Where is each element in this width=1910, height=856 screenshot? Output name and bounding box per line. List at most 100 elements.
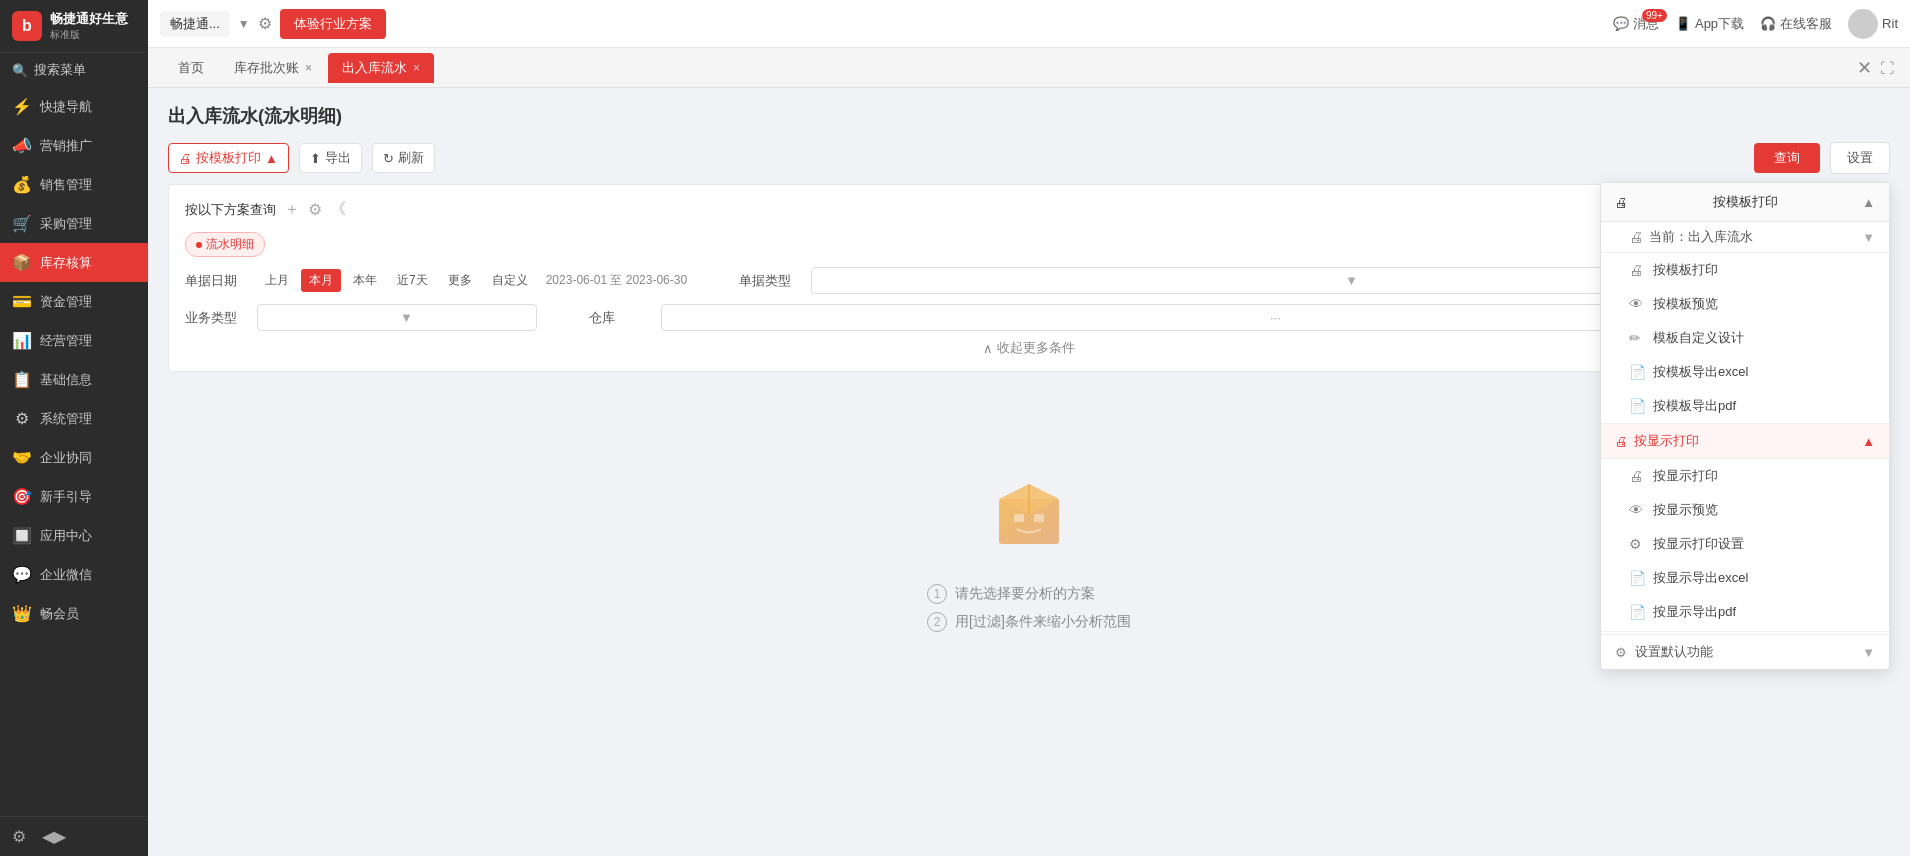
sidebar-toggle-icon[interactable]: ◀▶ (42, 827, 66, 846)
filter-tag-dot (196, 242, 202, 248)
sidebar-item-finance[interactable]: 💳 资金管理 (0, 282, 148, 321)
export-button[interactable]: ⬆ 导出 (299, 143, 362, 173)
tab-home[interactable]: 首页 (164, 53, 218, 83)
sidebar-item-operations[interactable]: 📊 经营管理 (0, 321, 148, 360)
industry-solution-button[interactable]: 体验行业方案 (280, 9, 386, 39)
logo-icon: b (12, 11, 42, 41)
date-tab-more[interactable]: 更多 (440, 269, 480, 292)
customer-service-label: 在线客服 (1780, 15, 1832, 33)
inventory-icon: 📦 (12, 253, 32, 272)
export-pdf-display-icon: 📄 (1629, 604, 1645, 620)
dropdown-item-export-pdf-display[interactable]: 📄 按显示导出pdf (1601, 595, 1889, 629)
sidebar-item-system[interactable]: ⚙ 系统管理 (0, 399, 148, 438)
sidebar-item-basic[interactable]: 📋 基础信息 (0, 360, 148, 399)
app-download-icon: 📱 (1675, 16, 1691, 31)
sidebar-item-label: 经营管理 (40, 332, 136, 350)
empty-illustration (979, 464, 1079, 564)
dropdown-section-display-label: 按显示打印 (1634, 432, 1862, 450)
sidebar-item-label: 快捷导航 (40, 98, 136, 116)
settings-button[interactable]: 设置 (1830, 142, 1890, 174)
print-display-icon: 🖨 (1629, 468, 1645, 484)
svg-rect-3 (1014, 514, 1024, 522)
dropdown-item-export-excel-template[interactable]: 📄 按模板导出excel (1601, 355, 1889, 389)
dropdown-item-print-display[interactable]: 🖨 按显示打印 (1601, 459, 1889, 493)
tab-in-out-flow[interactable]: 出入库流水 × (328, 53, 434, 83)
sidebar-settings-icon[interactable]: ⚙ (12, 827, 26, 846)
date-tab-last-7-days[interactable]: 近7天 (389, 269, 436, 292)
dropdown-current-label: 当前：出入库流水 (1649, 228, 1856, 246)
dropdown-current-item[interactable]: 🖨 当前：出入库流水 ▼ (1601, 222, 1889, 253)
dropdown-item-print-settings-display[interactable]: ⚙ 按显示打印设置 (1601, 527, 1889, 561)
dropdown-item-export-excel-display[interactable]: 📄 按显示导出excel (1601, 561, 1889, 595)
dropdown-item-preview-template[interactable]: 👁 按模板预览 (1601, 287, 1889, 321)
sidebar-item-purchase[interactable]: 🛒 采购管理 (0, 204, 148, 243)
sidebar-item-quick-nav[interactable]: ⚡ 快捷导航 (0, 87, 148, 126)
sidebar-item-label: 采购管理 (40, 215, 136, 233)
settings-default-icon: ⚙ (1615, 645, 1627, 660)
basic-icon: 📋 (12, 370, 32, 389)
page-title: 出入库流水(流水明细) (168, 104, 1890, 128)
topbar-right: 💬 消息 99+ 📱 App下载 🎧 在线客服 Rit (1613, 9, 1898, 39)
display-section-arrow-icon[interactable]: ▲ (1862, 434, 1875, 449)
tab-batch-accounting-close[interactable]: × (305, 61, 312, 75)
sidebar-item-sales[interactable]: 💰 销售管理 (0, 165, 148, 204)
topbar-gear-icon[interactable]: ⚙ (258, 14, 272, 33)
filter-collapse-icon[interactable]: 《 (330, 199, 346, 220)
dropdown-header-label: 按模板打印 (1713, 193, 1778, 211)
business-type-select[interactable]: ▼ (257, 304, 537, 331)
dropdown-item-print-settings-display-label: 按显示打印设置 (1653, 535, 1744, 553)
finance-icon: 💳 (12, 292, 32, 311)
date-tab-custom[interactable]: 自定义 (484, 269, 536, 292)
customer-service-item[interactable]: 🎧 在线客服 (1760, 15, 1832, 33)
brand-name: 畅捷通好生意 (50, 10, 128, 28)
print-template-label: 按模板打印 (196, 149, 261, 167)
sidebar-item-cooperation[interactable]: 🤝 企业协同 (0, 438, 148, 477)
date-tabs: 上月 本月 本年 近7天 更多 自定义 2023-06-01 至 2023-06… (257, 269, 687, 292)
sidebar-item-inventory[interactable]: 📦 库存核算 (0, 243, 148, 282)
tabbar: 首页 库存批次账 × 出入库流水 × ✕ ⛶ (148, 48, 1910, 88)
dropdown-item-preview-display[interactable]: 👁 按显示预览 (1601, 493, 1889, 527)
refresh-button[interactable]: ↻ 刷新 (372, 143, 435, 173)
operations-icon: 📊 (12, 331, 32, 350)
tabbar-close-icon[interactable]: ✕ (1857, 57, 1872, 79)
filter-add-icon[interactable]: ＋ (284, 199, 300, 220)
user-avatar-item[interactable]: Rit (1848, 9, 1898, 39)
topbar-dropdown-icon[interactable]: ▼ (238, 17, 250, 31)
sidebar-item-beginner[interactable]: 🎯 新手引导 (0, 477, 148, 516)
message-icon: 💬 (1613, 16, 1629, 31)
refresh-label: 刷新 (398, 149, 424, 167)
export-excel-display-icon: 📄 (1629, 570, 1645, 586)
tabbar-expand-icon[interactable]: ⛶ (1880, 60, 1894, 76)
sidebar-item-label: 应用中心 (40, 527, 136, 545)
query-button[interactable]: 查询 (1754, 143, 1820, 173)
tab-batch-accounting[interactable]: 库存批次账 × (220, 53, 326, 83)
dropdown-item-custom-template[interactable]: ✏ 模板自定义设计 (1601, 321, 1889, 355)
message-item[interactable]: 💬 消息 99+ (1613, 15, 1659, 33)
app-download-item[interactable]: 📱 App下载 (1675, 15, 1744, 33)
collapse-arrow-icon: ∧ (983, 341, 993, 356)
sidebar-item-appstore[interactable]: 🔲 应用中心 (0, 516, 148, 555)
tab-in-out-flow-close[interactable]: × (413, 61, 420, 75)
collapse-more-label: 收起更多条件 (997, 339, 1075, 357)
date-tab-last-month[interactable]: 上月 (257, 269, 297, 292)
dropdown-item-export-pdf-template[interactable]: 📄 按模板导出pdf (1601, 389, 1889, 423)
search-menu-item[interactable]: 🔍 搜索菜单 (0, 53, 148, 87)
dropdown-arrow-up-icon[interactable]: ▲ (1862, 195, 1875, 210)
date-tab-this-year[interactable]: 本年 (345, 269, 385, 292)
dropdown-item-print-template[interactable]: 🖨 按模板打印 (1601, 253, 1889, 287)
sidebar-item-marketing[interactable]: 📣 营销推广 (0, 126, 148, 165)
logo-text: 畅捷通好生意 标准版 (50, 10, 128, 42)
customer-service-icon: 🎧 (1760, 16, 1776, 31)
date-tab-this-month[interactable]: 本月 (301, 269, 341, 292)
date-label: 单据日期 (185, 272, 245, 290)
dropdown-section-display[interactable]: 🖨 按显示打印 ▲ (1601, 423, 1889, 459)
sidebar-item-label: 销售管理 (40, 176, 136, 194)
dropdown-footer-item[interactable]: ⚙ 设置默认功能 ▼ (1601, 634, 1889, 669)
sidebar-item-vip[interactable]: 👑 畅会员 (0, 594, 148, 633)
sidebar-item-wechat[interactable]: 💬 企业微信 (0, 555, 148, 594)
print-template-button[interactable]: 🖨 按模板打印 ▲ (168, 143, 289, 173)
filter-settings-icon[interactable]: ⚙ (308, 200, 322, 219)
print-dropdown-arrow[interactable]: ▲ (265, 151, 278, 166)
sidebar-item-label: 新手引导 (40, 488, 136, 506)
footer-arrow-icon: ▼ (1862, 645, 1875, 660)
